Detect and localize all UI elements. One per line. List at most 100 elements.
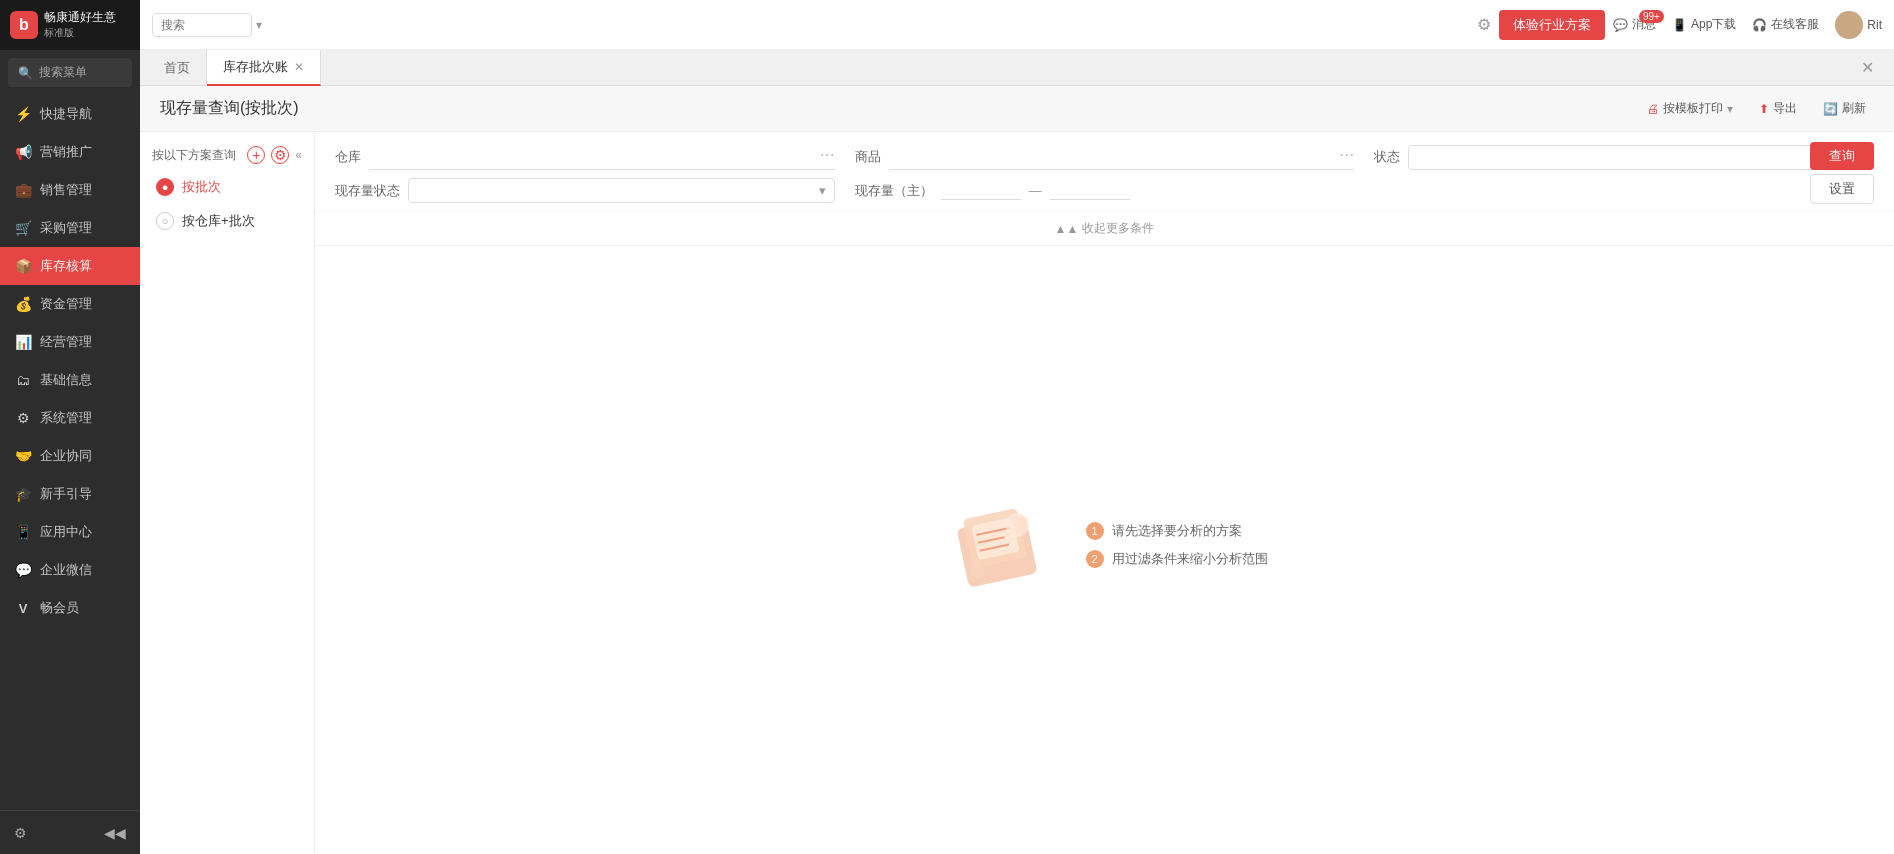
sidebar-item-apps[interactable]: 📱 应用中心 [0,513,140,551]
settings-button[interactable]: 设置 [1810,174,1874,204]
print-icon: 🖨 [1647,102,1659,116]
page-header: 现存量查询(按批次) 🖨 按模板打印 ▾ ⬆ 导出 🔄 刷新 [140,86,1894,132]
sidebar-item-operations[interactable]: 📊 经营管理 [0,323,140,361]
sidebar-item-basic[interactable]: 🗂 基础信息 [0,361,140,399]
sidebar-item-system[interactable]: ⚙ 系统管理 [0,399,140,437]
sidebar-item-purchase[interactable]: 🛒 采购管理 [0,209,140,247]
stock-status-filter: 现存量状态 ▾ [335,178,835,203]
scheme-item-batch[interactable]: ● 按批次 [140,170,314,204]
topbar-message[interactable]: 💬 消息 99+ [1613,16,1656,33]
left-panel-actions: + ⚙ « [247,146,302,164]
tab-close-icon[interactable]: ✕ [294,60,304,74]
user-avatar [1835,11,1863,39]
sidebar-item-label: 销售管理 [40,181,92,199]
topbar-right: 💬 消息 99+ 📱 App下载 🎧 在线客服 Rit [1613,11,1882,39]
print-button[interactable]: 🖨 按模板打印 ▾ [1639,96,1741,121]
sidebar-item-label: 应用中心 [40,523,92,541]
export-button[interactable]: ⬆ 导出 [1751,96,1805,121]
sidebar-search-label: 搜索菜单 [39,64,87,81]
tab-home[interactable]: 首页 [148,50,207,86]
topbar: ▾ ⚙ 体验行业方案 💬 消息 99+ 📱 App下载 🎧 在线客服 Rit [140,0,1894,50]
status-filter: 状态 ▾ 查询 设置 [1374,144,1874,170]
search-icon: 🔍 [18,66,33,80]
data-main: 1 请先选择要分析的方案 2 用过滤条件来缩小分析范围 [315,246,1894,854]
collapse-up-icon: ▲▲ [1055,222,1079,236]
system-icon: ⚙ [14,409,32,427]
topbar-app-download[interactable]: 📱 App下载 [1672,16,1736,33]
stock-qty-dash: — [1029,183,1042,198]
step-2-text: 用过滤条件来缩小分析范围 [1112,550,1268,568]
newbie-icon: 🎓 [14,485,32,503]
sidebar: b 畅康通好生意 标准版 🔍 搜索菜单 ⚡ 快捷导航 📢 营销推广 💼 销售管理… [0,0,140,854]
app-logo: b [10,11,38,39]
sidebar-item-marketing[interactable]: 📢 营销推广 [0,133,140,171]
sidebar-item-quick[interactable]: ⚡ 快捷导航 [0,95,140,133]
stock-status-label: 现存量状态 [335,182,400,200]
sidebar-item-label: 资金管理 [40,295,92,313]
refresh-icon: 🔄 [1823,102,1838,116]
scheme-settings-icon[interactable]: ⚙ [271,146,289,164]
sidebar-item-inventory[interactable]: 📦 库存核算 [0,247,140,285]
step-1-text: 请先选择要分析的方案 [1112,522,1242,540]
main-content: ▾ ⚙ 体验行业方案 💬 消息 99+ 📱 App下载 🎧 在线客服 Rit [140,0,1894,854]
quick-icon: ⚡ [14,105,32,123]
sidebar-item-label: 库存核算 [40,257,92,275]
topbar-user[interactable]: Rit [1835,11,1882,39]
app-label: App下载 [1691,16,1736,33]
sidebar-item-label: 采购管理 [40,219,92,237]
page-actions: 🖨 按模板打印 ▾ ⬆ 导出 🔄 刷新 [1639,96,1874,121]
stock-qty-max[interactable] [1050,181,1130,200]
page-title: 现存量查询(按批次) [160,98,299,119]
svg-point-6 [1005,513,1029,537]
empty-filter-slot [1374,178,1874,203]
export-label: 导出 [1773,100,1797,117]
app-version: 标准版 [44,26,116,40]
sidebar-settings-icon[interactable]: ⚙ [14,825,27,841]
add-scheme-button[interactable]: + [247,146,265,164]
query-button[interactable]: 查询 [1810,142,1874,170]
main-body: 仓库 ··· 商品 ··· 状态 [315,132,1894,854]
stock-status-dropdown-icon[interactable]: ▾ [819,183,826,198]
sidebar-item-label: 基础信息 [40,371,92,389]
wechat-icon: 💬 [14,561,32,579]
apps-icon: 📱 [14,523,32,541]
sidebar-item-label: 系统管理 [40,409,92,427]
inventory-icon: 📦 [14,257,32,275]
empty-step-2: 2 用过滤条件来缩小分析范围 [1086,550,1268,568]
left-panel: 按以下方案查询 + ⚙ « ● 按批次 ○ 按仓库+批次 [140,132,315,854]
status-label: 状态 [1374,148,1400,166]
topbar-service[interactable]: 🎧 在线客服 [1752,16,1819,33]
warehouse-dots[interactable]: ··· [820,144,835,165]
user-name: Rit [1867,18,1882,32]
sidebar-item-sales[interactable]: 💼 销售管理 [0,171,140,209]
trial-button[interactable]: 体验行业方案 [1499,10,1605,40]
sidebar-item-wechat[interactable]: 💬 企业微信 [0,551,140,589]
collapse-label: 收起更多条件 [1082,220,1154,237]
sidebar-item-finance[interactable]: 💰 资金管理 [0,285,140,323]
sidebar-item-newbie[interactable]: 🎓 新手引导 [0,475,140,513]
search-input[interactable] [152,13,252,37]
service-label: 在线客服 [1771,16,1819,33]
filter-panel: 仓库 ··· 商品 ··· 状态 [315,132,1894,246]
scheme-item-warehouse-batch[interactable]: ○ 按仓库+批次 [140,204,314,238]
print-dropdown-icon[interactable]: ▾ [1727,102,1733,116]
sidebar-search[interactable]: 🔍 搜索菜单 [8,58,132,87]
tab-close-all-icon[interactable]: ✕ [1849,58,1886,77]
empty-svg [942,490,1062,610]
refresh-button[interactable]: 🔄 刷新 [1815,96,1874,121]
sidebar-item-enterprise[interactable]: 🤝 企业协同 [0,437,140,475]
topbar-gear-icon[interactable]: ⚙ [1477,15,1491,34]
operations-icon: 📊 [14,333,32,351]
left-panel-title: 按以下方案查询 [152,147,236,164]
collapse-filters-button[interactable]: ▲▲ 收起更多条件 [315,211,1894,245]
collapse-panel-icon[interactable]: « [295,148,302,162]
sales-icon: 💼 [14,181,32,199]
product-dots[interactable]: ··· [1339,144,1354,165]
sidebar-item-vip[interactable]: V 畅会员 [0,589,140,627]
sidebar-header: b 畅康通好生意 标准版 [0,0,140,50]
topbar-dropdown-icon[interactable]: ▾ [256,18,262,32]
stock-qty-min[interactable] [941,181,1021,200]
sidebar-item-label: 畅会员 [40,599,79,617]
tab-batch-account[interactable]: 库存批次账 ✕ [207,50,321,86]
sidebar-collapse-icon[interactable]: ◀◀ [104,825,126,841]
